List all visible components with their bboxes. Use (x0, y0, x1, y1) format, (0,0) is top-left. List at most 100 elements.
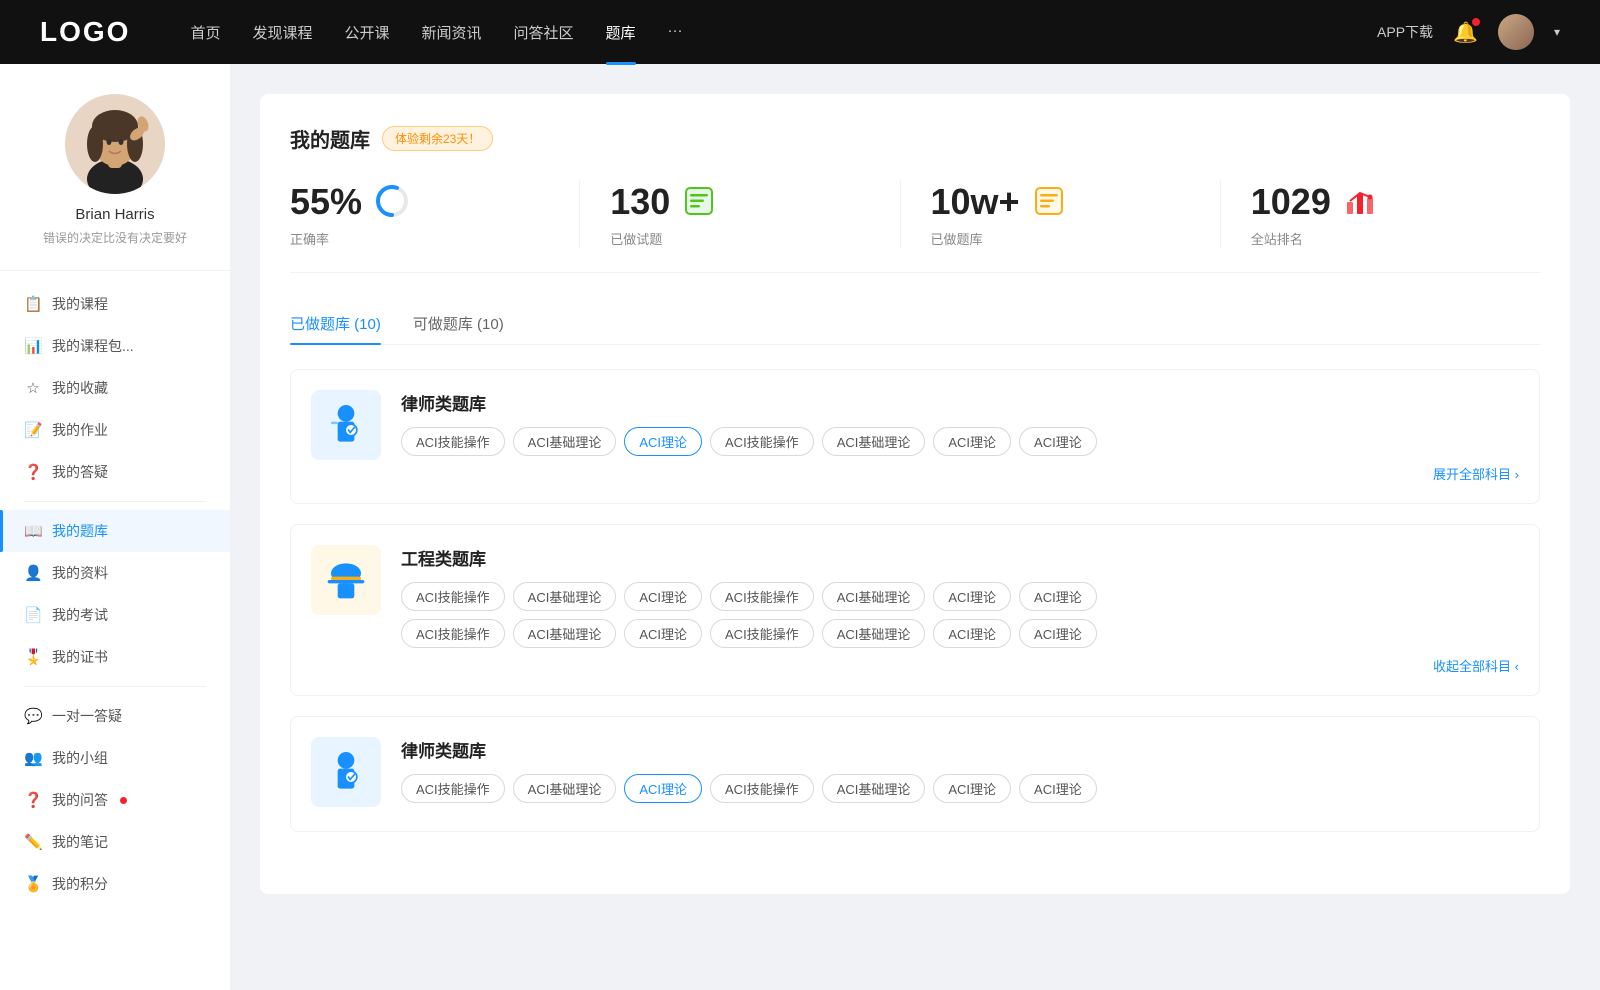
sidebar-item-my-qa[interactable]: ❓ 我的问答 (0, 779, 230, 821)
lawyer-icon-wrap-2 (311, 737, 381, 807)
tag-active[interactable]: ACI理论 (624, 774, 702, 803)
stat-label-ranking: 全站排名 (1251, 229, 1303, 248)
stat-value-ranking: 1029 (1251, 181, 1331, 223)
sidebar-item-my-course[interactable]: 📋 我的课程 (0, 283, 230, 325)
tag[interactable]: ACI技能操作 (401, 619, 505, 648)
tag[interactable]: ACI理论 (624, 619, 702, 648)
sidebar-item-notes[interactable]: ✏️ 我的笔记 (0, 821, 230, 863)
main-inner: 我的题库 体验剩余23天！ 55% (260, 94, 1570, 894)
sidebar-menu: 📋 我的课程 📊 我的课程包... ☆ 我的收藏 📝 我的作业 ❓ 我的答疑 � (0, 271, 230, 917)
tab-completed[interactable]: 已做题库 (10) (290, 303, 381, 344)
question-bank-icon: 📖 (24, 522, 42, 540)
tag[interactable]: ACI基础理论 (822, 774, 926, 803)
stat-label-questions: 已做试题 (610, 229, 662, 248)
sidebar-item-profile[interactable]: 👤 我的资料 (0, 552, 230, 594)
notification-bell[interactable]: 🔔 (1453, 20, 1478, 45)
sidebar-item-points[interactable]: 🏅 我的积分 (0, 863, 230, 905)
sidebar-item-one-on-one[interactable]: 💬 一对一答疑 (0, 695, 230, 737)
user-avatar[interactable] (1498, 14, 1534, 50)
lawyer-icon (321, 400, 371, 450)
tag[interactable]: ACI技能操作 (401, 582, 505, 611)
tag[interactable]: ACI理论 (1019, 619, 1097, 648)
tag[interactable]: ACI理论 (1019, 582, 1097, 611)
stat-value-questions: 130 (610, 181, 670, 223)
qbank-title-lawyer-1: 律师类题库 (401, 390, 1519, 415)
tags-row-engineer-1: ACI技能操作 ACI基础理论 ACI理论 ACI技能操作 ACI基础理论 AC… (401, 582, 1519, 611)
tag[interactable]: ACI理论 (933, 619, 1011, 648)
sidebar-item-question-bank[interactable]: 📖 我的题库 (0, 510, 230, 552)
qa-icon: ❓ (24, 463, 42, 481)
tag[interactable]: ACI理论 (933, 582, 1011, 611)
stats-row: 55% 正确率 130 (290, 181, 1540, 273)
banks-icon (1032, 184, 1066, 221)
sidebar-item-favorites[interactable]: ☆ 我的收藏 (0, 367, 230, 409)
lawyer-icon-2 (321, 747, 371, 797)
tag-active[interactable]: ACI理论 (624, 427, 702, 456)
nav-more[interactable]: ··· (668, 22, 683, 43)
app-download-button[interactable]: APP下载 (1377, 22, 1433, 42)
sidebar-item-label: 我的课程包... (52, 336, 134, 356)
tag[interactable]: ACI基础理论 (822, 619, 926, 648)
sidebar-item-certificate[interactable]: 🎖️ 我的证书 (0, 636, 230, 678)
tag[interactable]: ACI技能操作 (710, 619, 814, 648)
lawyer-icon-wrap (311, 390, 381, 460)
tags-row-lawyer-2: ACI技能操作 ACI基础理论 ACI理论 ACI技能操作 ACI基础理论 AC… (401, 774, 1519, 803)
certificate-icon: 🎖️ (24, 648, 42, 666)
nav-discover[interactable]: 发现课程 (252, 22, 312, 43)
tag[interactable]: ACI理论 (933, 774, 1011, 803)
sidebar-item-course-pack[interactable]: 📊 我的课程包... (0, 325, 230, 367)
tag[interactable]: ACI基础理论 (822, 582, 926, 611)
sidebar-item-group[interactable]: 👥 我的小组 (0, 737, 230, 779)
tag[interactable]: ACI技能操作 (710, 427, 814, 456)
tag[interactable]: ACI技能操作 (401, 774, 505, 803)
sidebar-motto: 错误的决定比没有决定要好 (43, 229, 187, 246)
sidebar-item-label: 我的资料 (52, 563, 108, 583)
sidebar-item-label: 我的题库 (52, 521, 108, 541)
nav-open-course[interactable]: 公开课 (344, 22, 389, 43)
sidebar-item-label: 我的笔记 (52, 832, 108, 852)
stat-banks-done: 10w+ 已做题库 (901, 181, 1221, 248)
nav-qa[interactable]: 问答社区 (514, 22, 574, 43)
nav-question-bank[interactable]: 题库 (606, 22, 636, 43)
one-on-one-icon: 💬 (24, 707, 42, 725)
tab-available[interactable]: 可做题库 (10) (413, 303, 504, 344)
tag[interactable]: ACI理论 (933, 427, 1011, 456)
sidebar-item-exam[interactable]: 📄 我的考试 (0, 594, 230, 636)
sidebar-item-label: 我的问答 (52, 790, 108, 810)
tag[interactable]: ACI技能操作 (401, 427, 505, 456)
questions-icon (682, 184, 716, 221)
points-icon: 🏅 (24, 875, 42, 893)
sidebar-item-qa[interactable]: ❓ 我的答疑 (0, 451, 230, 493)
sidebar: Brian Harris 错误的决定比没有决定要好 📋 我的课程 📊 我的课程包… (0, 64, 230, 990)
tag[interactable]: ACI基础理论 (513, 582, 617, 611)
avatar (65, 94, 165, 194)
sidebar-divider-2 (24, 686, 206, 687)
sidebar-item-label: 我的作业 (52, 420, 108, 440)
engineer-icon-wrap (311, 545, 381, 615)
tag[interactable]: ACI基础理论 (513, 619, 617, 648)
tag[interactable]: ACI基础理论 (513, 774, 617, 803)
sidebar-item-homework[interactable]: 📝 我的作业 (0, 409, 230, 451)
sidebar-profile: Brian Harris 错误的决定比没有决定要好 (0, 94, 230, 271)
tag[interactable]: ACI理论 (624, 582, 702, 611)
stat-accuracy: 55% 正确率 (290, 181, 580, 248)
tag[interactable]: ACI技能操作 (710, 774, 814, 803)
tag[interactable]: ACI基础理论 (822, 427, 926, 456)
ranking-icon (1343, 184, 1377, 221)
chevron-down-icon[interactable]: ▾ (1554, 25, 1560, 39)
qbank-header-lawyer-2: 律师类题库 ACI技能操作 ACI基础理论 ACI理论 ACI技能操作 ACI基… (311, 737, 1519, 811)
group-icon: 👥 (24, 749, 42, 767)
stat-top-ranking: 1029 (1251, 181, 1377, 223)
collapse-all-link[interactable]: 收起全部科目 (1433, 656, 1519, 675)
qbank-title-lawyer-2: 律师类题库 (401, 737, 1519, 762)
tag[interactable]: ACI基础理论 (513, 427, 617, 456)
tag[interactable]: ACI技能操作 (710, 582, 814, 611)
nav-news[interactable]: 新闻资讯 (422, 22, 482, 43)
expand-all-link[interactable]: 展开全部科目 (1433, 464, 1519, 483)
tag[interactable]: ACI理论 (1019, 774, 1097, 803)
nav-home[interactable]: 首页 (190, 22, 220, 43)
qbank-footer-engineer: 收起全部科目 (401, 656, 1519, 675)
my-qa-icon: ❓ (24, 791, 42, 809)
engineer-icon (321, 555, 371, 605)
tag[interactable]: ACI理论 (1019, 427, 1097, 456)
